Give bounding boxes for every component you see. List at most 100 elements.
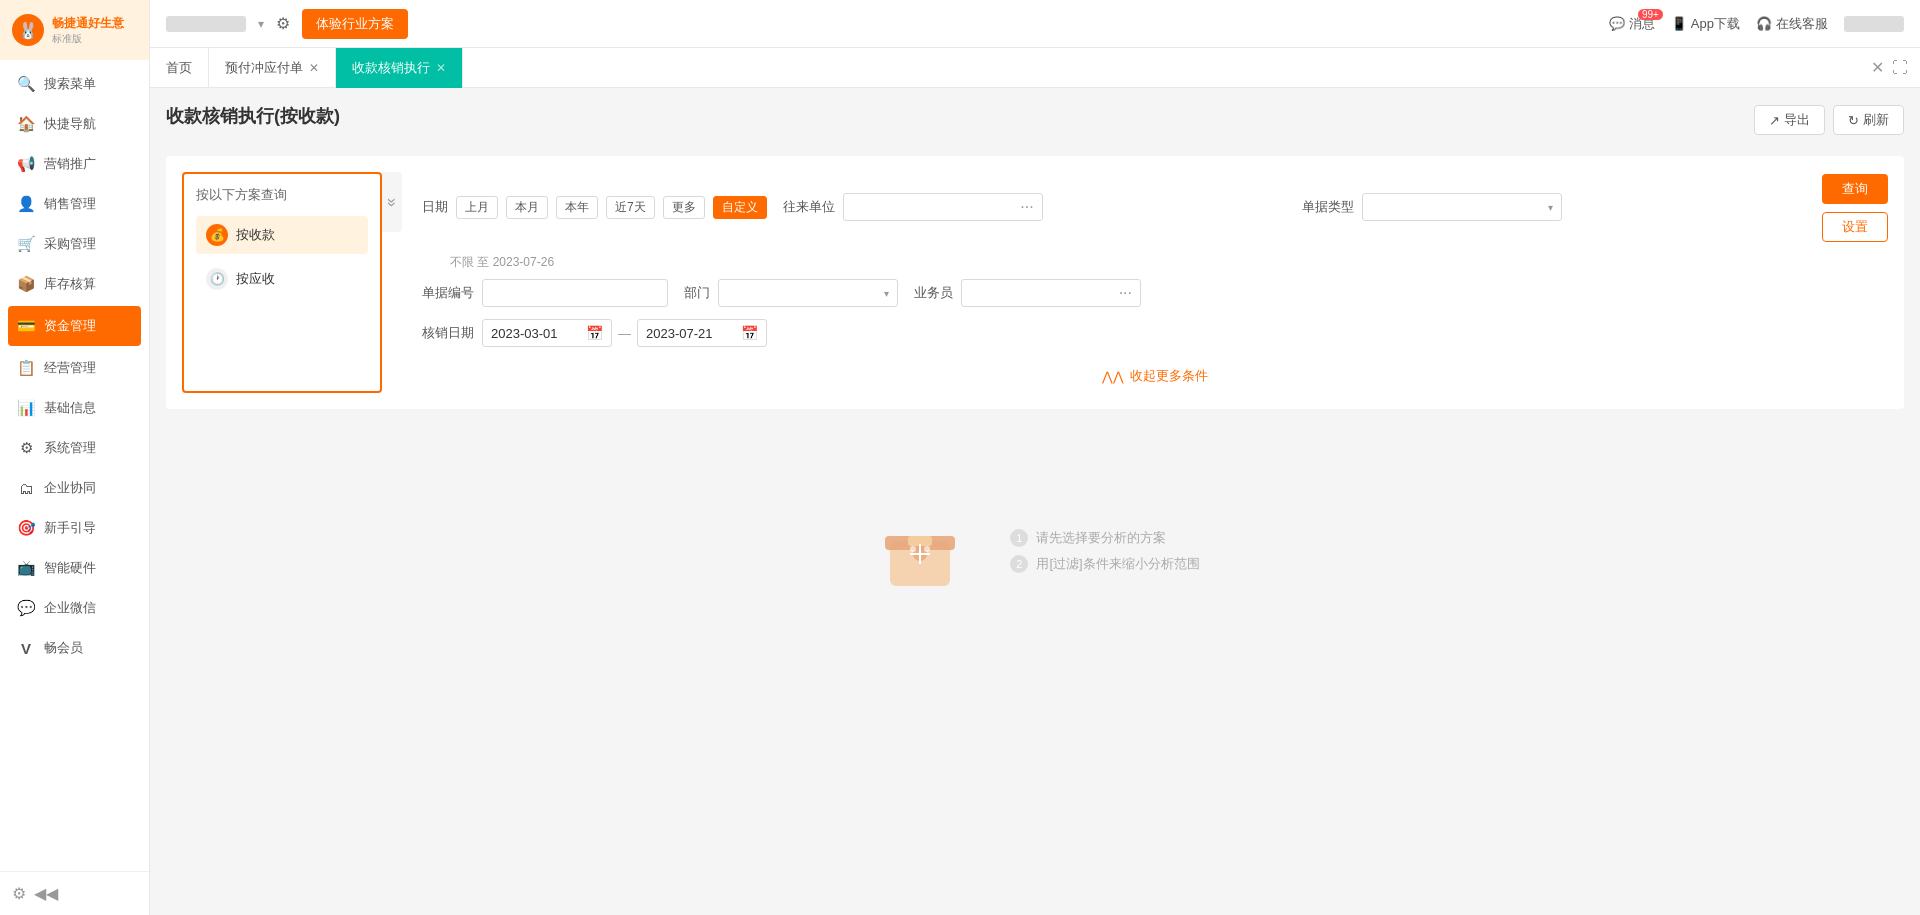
page-title: 收款核销执行(按收款) [166,104,340,128]
tab-prepay-close-icon[interactable]: ✕ [309,61,319,75]
date-last-month-btn[interactable]: 上月 [456,196,498,219]
refresh-label: 刷新 [1863,111,1889,129]
hint-num-1: 1 [1010,529,1028,547]
message-icon: 💬 [1609,16,1625,31]
date-no-limit-text: 不限 至 2023-07-26 [450,255,554,269]
app-badge: 标准版 [52,32,124,46]
sidebar-item-marketing[interactable]: 📢 营销推广 [0,144,149,184]
staff-label: 业务员 [914,284,953,302]
guide-icon: 🎯 [16,518,36,538]
topbar-right: 💬 消息 99+ 📱 App下载 🎧 在线客服 [1609,15,1904,33]
sidebar-item-purchase[interactable]: 🛒 采购管理 [0,224,149,264]
date-this-month-btn[interactable]: 本月 [506,196,548,219]
dept-label: 部门 [684,284,710,302]
refresh-icon: ↻ [1848,113,1859,128]
sidebar-item-guide[interactable]: 🎯 新手引导 [0,508,149,548]
sidebar: 🐰 畅捷通好生意 标准版 🔍 搜索菜单 🏠 快捷导航 📢 营销推广 👤 销售管理… [0,0,150,915]
doc-type-select[interactable]: ▾ [1362,193,1562,221]
sidebar-item-finance[interactable]: 💳 资金管理 [8,306,141,346]
tab-prepay[interactable]: 预付冲应付单 ✕ [209,48,336,88]
sidebar-item-wechat[interactable]: 💬 企业微信 [0,588,149,628]
filter-option-by-receivable[interactable]: 🕐 按应收 [196,260,368,298]
filter-panel-title: 按以下方案查询 [196,186,368,204]
wechat-icon: 💬 [16,598,36,618]
page-actions: ↗ 导出 ↻ 刷新 [1754,105,1904,135]
filter-form: 日期 上月 本月 本年 近7天 更多 自定义 [422,172,1888,393]
finance-icon: 💳 [16,316,36,336]
enterprise-icon: 🗂 [16,478,36,498]
sidebar-item-hardware[interactable]: 📺 智能硬件 [0,548,149,588]
collapse-more-button[interactable]: ⋀⋀ 收起更多条件 [422,359,1888,393]
tab-writeoff-label: 收款核销执行 [352,59,430,77]
filter-panel-collapse-button[interactable]: » [382,172,402,232]
date-this-year-btn[interactable]: 本年 [556,196,598,219]
empty-state: 1 请先选择要分析的方案 2 用[过滤]条件来缩小分析范围 [166,421,1904,681]
dept-select[interactable]: ▾ [718,279,898,307]
staff-input[interactable]: ··· [961,279,1141,307]
doc-type-dropdown-icon: ▾ [1548,202,1553,213]
topbar-dropdown-arrow[interactable]: ▾ [258,17,264,31]
sidebar-label-marketing: 营销推广 [44,155,96,173]
tab-close-all-icon[interactable]: ✕ [1871,58,1884,77]
settings-gear-icon[interactable]: ⚙ [12,884,26,903]
counterparty-input[interactable]: ··· [843,193,1043,221]
online-service-button[interactable]: 🎧 在线客服 [1756,15,1828,33]
message-button[interactable]: 💬 消息 99+ [1609,15,1655,33]
sidebar-label-quicknav: 快捷导航 [44,115,96,133]
user-avatar[interactable] [1844,16,1904,32]
date-quick-buttons: 上月 本月 本年 近7天 更多 自定义 [456,196,767,219]
sidebar-item-sales[interactable]: 👤 销售管理 [0,184,149,224]
setting-button[interactable]: 设置 [1822,212,1888,242]
sidebar-logo: 🐰 畅捷通好生意 标准版 [0,0,149,60]
doc-no-label: 单据编号 [422,284,474,302]
date-more-btn[interactable]: 更多 [663,196,705,219]
refresh-button[interactable]: ↻ 刷新 [1833,105,1904,135]
sidebar-nav: 🔍 搜索菜单 🏠 快捷导航 📢 营销推广 👤 销售管理 🛒 采购管理 📦 库存核… [0,60,149,871]
home-icon: 🏠 [16,114,36,134]
collapse-more-label: 收起更多条件 [1130,367,1208,385]
sidebar-label-guide: 新手引导 [44,519,96,537]
tab-home[interactable]: 首页 [150,48,209,88]
sidebar-item-inventory[interactable]: 📦 库存核算 [0,264,149,304]
solution-button[interactable]: 体验行业方案 [302,9,408,39]
svg-point-7 [924,546,930,552]
sidebar-item-management[interactable]: 📋 经营管理 [0,348,149,388]
topbar-gear-icon[interactable]: ⚙ [276,14,290,33]
receipt-icon: 💰 [206,224,228,246]
sidebar-item-quick-nav[interactable]: 🏠 快捷导航 [0,104,149,144]
sidebar-item-member[interactable]: V 畅会员 [0,628,149,668]
sidebar-item-enterprise[interactable]: 🗂 企业协同 [0,468,149,508]
doc-type-field: 单据类型 ▾ [1302,193,1562,221]
tab-prepay-label: 预付冲应付单 [225,59,303,77]
sidebar-item-basic-info[interactable]: 📊 基础信息 [0,388,149,428]
sidebar-label-hardware: 智能硬件 [44,559,96,577]
sidebar-item-system[interactable]: ⚙ 系统管理 [0,428,149,468]
hint-num-2: 2 [1010,555,1028,573]
date-custom-btn[interactable]: 自定义 [713,196,767,219]
verify-date-end-input[interactable]: 2023-07-21 📅 [637,319,767,347]
query-button[interactable]: 查询 [1822,174,1888,204]
tab-writeoff[interactable]: 收款核销执行 ✕ [336,48,463,88]
date-7days-btn[interactable]: 近7天 [606,196,655,219]
topbar: ▾ ⚙ 体验行业方案 💬 消息 99+ 📱 App下载 🎧 在线客服 [150,0,1920,48]
app-download-button[interactable]: 📱 App下载 [1671,15,1740,33]
export-button[interactable]: ↗ 导出 [1754,105,1825,135]
sidebar-logo-text: 畅捷通好生意 标准版 [52,15,124,46]
sidebar-collapse-icon[interactable]: ◀◀ [34,884,58,903]
service-label: 在线客服 [1776,15,1828,33]
filter-option-receivable-label: 按应收 [236,270,275,288]
sidebar-item-search[interactable]: 🔍 搜索菜单 [0,64,149,104]
doc-no-input[interactable] [482,279,668,307]
search-menu-icon: 🔍 [16,74,36,94]
verify-date-start-input[interactable]: 2023-03-01 📅 [482,319,612,347]
basic-info-icon: 📊 [16,398,36,418]
mobile-icon: 📱 [1671,16,1687,31]
hint-text-1: 请先选择要分析的方案 [1036,529,1166,547]
tab-writeoff-close-icon[interactable]: ✕ [436,61,446,75]
system-icon: ⚙ [16,438,36,458]
tab-expand-icon[interactable]: ⛶ [1892,59,1908,77]
member-icon: V [16,638,36,658]
sidebar-label-wechat: 企业微信 [44,599,96,617]
marketing-icon: 📢 [16,154,36,174]
filter-option-by-receipt[interactable]: 💰 按收款 [196,216,368,254]
